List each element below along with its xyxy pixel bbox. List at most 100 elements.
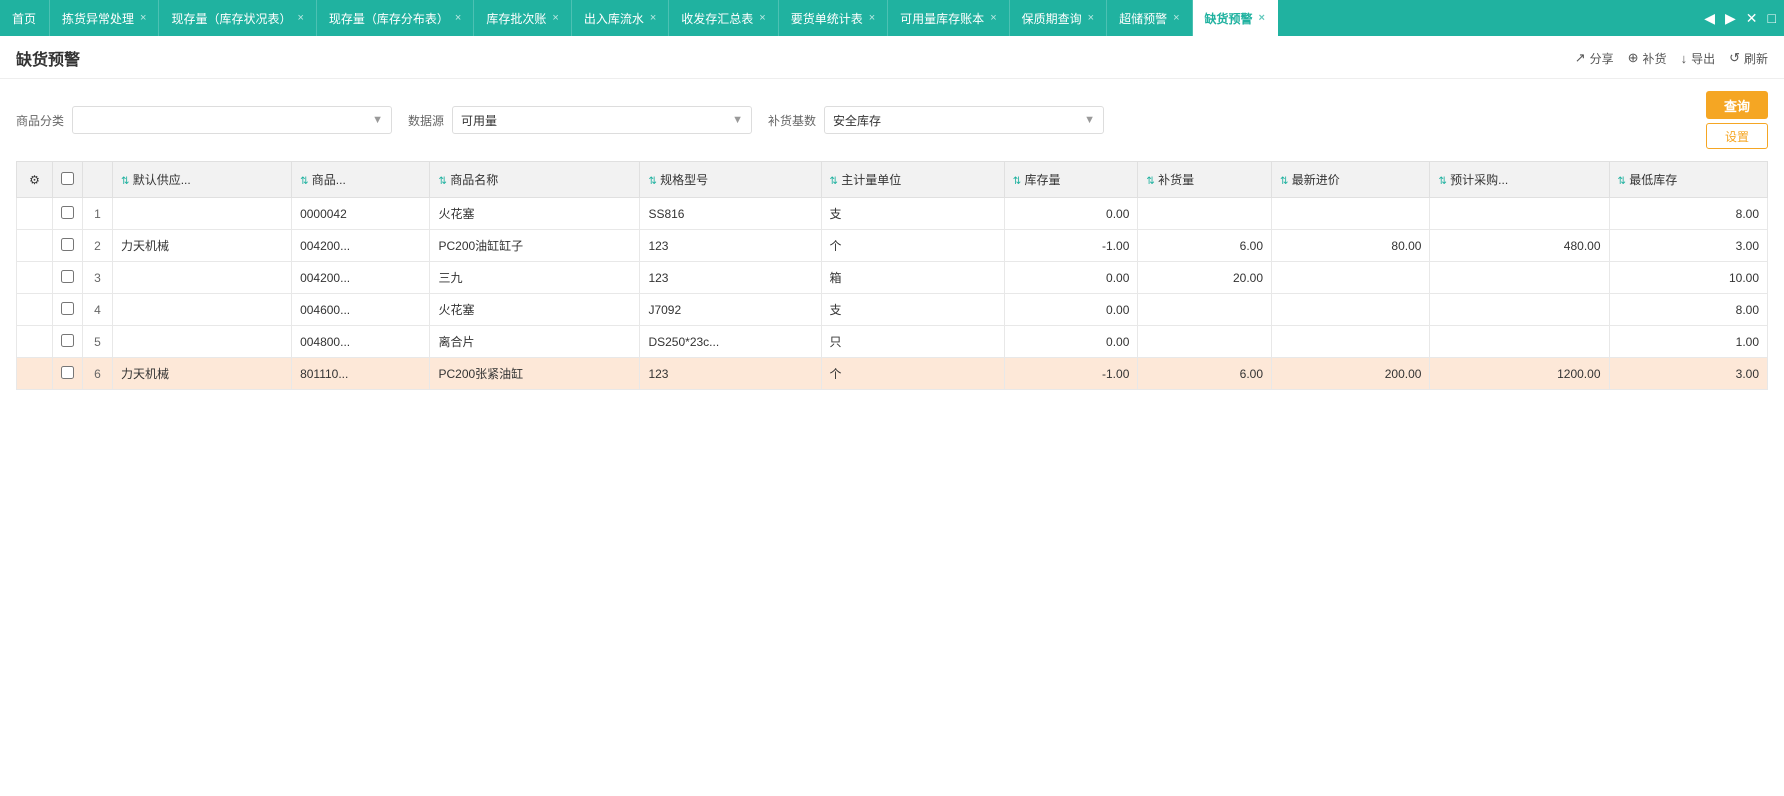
tab-item-9[interactable]: 保质期查询× [1010,0,1107,36]
tab-item-11[interactable]: 缺货预警× [1193,0,1278,36]
sort-icon-spec: ⇅ [648,176,656,187]
table-row: 10000042火花塞SS816支0.008.00 [17,198,1768,230]
tab-next-button[interactable]: ▶ [1721,9,1740,27]
tab-bar: 首页拣货异常处理×现存量（库存状况表）×现存量（库存分布表）×库存批次账×出入库… [0,0,1784,36]
category-select[interactable]: ▼ [72,106,392,134]
row-code-1: 004200... [292,230,430,262]
row-supplier-5: 力天机械 [113,358,292,390]
datasource-label: 数据源 [408,112,444,129]
row-name-3: 火花塞 [430,294,640,326]
restock-button[interactable]: ⊕ 补货 [1628,50,1667,67]
row-spec-5: 123 [640,358,821,390]
row-restock-1: 6.00 [1138,230,1272,262]
tab-close-btn-8[interactable]: × [990,12,996,24]
sort-icon-code: ⇅ [300,176,308,187]
row-checkbox-cell-3 [53,294,83,326]
name-th[interactable]: ⇅ 商品名称 [430,162,640,198]
restock-base-select[interactable]: 安全库存 ▼ [824,106,1104,134]
tab-close-btn-2[interactable]: × [297,12,303,24]
refresh-button[interactable]: ↺ 刷新 [1729,50,1768,67]
tab-item-4[interactable]: 库存批次账× [474,0,571,36]
row-index-3: 4 [83,294,113,326]
row-checkbox-4[interactable] [61,334,74,347]
tab-item-2[interactable]: 现存量（库存状况表） × [159,0,316,36]
export-button[interactable]: ↓ 导出 [1681,50,1716,67]
tab-label-0: 首页 [12,10,36,27]
tab-close-all-button[interactable]: ✕ [1742,9,1762,27]
supplier-th[interactable]: ⇅ 默认供应... [113,162,292,198]
tab-item-8[interactable]: 可用量库存账本 × [888,0,1009,36]
tab-close-btn-11[interactable]: × [1259,12,1265,24]
row-est_purchase-1: 480.00 [1430,230,1609,262]
spec-th[interactable]: ⇅ 规格型号 [640,162,821,198]
row-checkbox-3[interactable] [61,302,74,315]
tab-label-6: 收发存汇总表 [681,10,753,27]
min-stock-th[interactable]: ⇅ 最低库存 [1609,162,1768,198]
row-supplier-1: 力天机械 [113,230,292,262]
tab-close-btn-3[interactable]: × [455,12,461,24]
row-min_stock-0: 8.00 [1609,198,1768,230]
row-unit-1: 个 [821,230,1004,262]
tab-label-3: 现存量（库存分布表） [329,10,449,27]
row-checkbox-1[interactable] [61,238,74,251]
tab-close-btn-6[interactable]: × [759,12,765,24]
tab-label-2: 现存量（库存状况表） [171,10,291,27]
tab-label-5: 出入库流水 [584,10,644,27]
sort-icon-est-purchase: ⇅ [1438,176,1446,187]
est-purchase-th[interactable]: ⇅ 预计采购... [1430,162,1609,198]
row-min_stock-1: 3.00 [1609,230,1768,262]
gear-settings-th[interactable]: ⚙ [17,162,53,198]
row-spec-0: SS816 [640,198,821,230]
tab-close-btn-7[interactable]: × [869,12,875,24]
tab-prev-button[interactable]: ◀ [1700,9,1719,27]
row-code-0: 0000042 [292,198,430,230]
tab-item-3[interactable]: 现存量（库存分布表） × [317,0,474,36]
query-button[interactable]: 查询 [1706,91,1768,119]
row-checkbox-5[interactable] [61,366,74,379]
tab-item-6[interactable]: 收发存汇总表 × [669,0,778,36]
row-gear-cell-2 [17,262,53,294]
table-row: 4004600...火花塞J7092支0.008.00 [17,294,1768,326]
tab-label-8: 可用量库存账本 [900,10,984,27]
row-stock-4: 0.00 [1004,326,1138,358]
code-th[interactable]: ⇅ 商品... [292,162,430,198]
category-label: 商品分类 [16,112,64,129]
select-all-th[interactable] [53,162,83,198]
restock-th[interactable]: ⇅ 补货量 [1138,162,1272,198]
refresh-icon: ↺ [1729,50,1740,66]
table-row: 2力天机械004200...PC200油缸缸子123个-1.006.0080.0… [17,230,1768,262]
tab-item-7[interactable]: 要货单统计表× [779,0,888,36]
stock-th[interactable]: ⇅ 库存量 [1004,162,1138,198]
row-est_purchase-2 [1430,262,1609,294]
tab-restore-button[interactable]: □ [1764,9,1780,27]
tab-item-1[interactable]: 拣货异常处理× [50,0,159,36]
row-latest_price-3 [1272,294,1430,326]
settings-button[interactable]: 设置 [1706,123,1768,149]
latest-price-th[interactable]: ⇅ 最新进价 [1272,162,1430,198]
sort-icon-min-stock: ⇅ [1618,176,1626,187]
row-index-4: 5 [83,326,113,358]
share-button[interactable]: ↗ 分享 [1575,50,1614,67]
restock-base-label: 补货基数 [768,112,816,129]
row-spec-2: 123 [640,262,821,294]
row-checkbox-2[interactable] [61,270,74,283]
row-name-0: 火花塞 [430,198,640,230]
tab-close-btn-5[interactable]: × [650,12,656,24]
unit-th[interactable]: ⇅ 主计量单位 [821,162,1004,198]
tab-close-btn-9[interactable]: × [1088,12,1094,24]
sort-icon-restock: ⇅ [1146,176,1154,187]
select-all-checkbox[interactable] [61,172,74,185]
row-min_stock-5: 3.00 [1609,358,1768,390]
tab-item-5[interactable]: 出入库流水 × [572,0,669,36]
tab-close-btn-10[interactable]: × [1173,12,1179,24]
page-header: 缺货预警 ↗ 分享 ⊕ 补货 ↓ 导出 ↺ 刷新 [0,36,1784,79]
tab-bar-scroll: 首页拣货异常处理×现存量（库存状况表）×现存量（库存分布表）×库存批次账×出入库… [0,0,1696,36]
tab-close-btn-1[interactable]: × [140,12,146,24]
datasource-select[interactable]: 可用量 ▼ [452,106,752,134]
tab-close-btn-4[interactable]: × [552,12,558,24]
row-stock-2: 0.00 [1004,262,1138,294]
row-name-2: 三九 [430,262,640,294]
tab-item-10[interactable]: 超储预警× [1107,0,1192,36]
tab-item-0[interactable]: 首页 [0,0,50,36]
row-checkbox-0[interactable] [61,206,74,219]
